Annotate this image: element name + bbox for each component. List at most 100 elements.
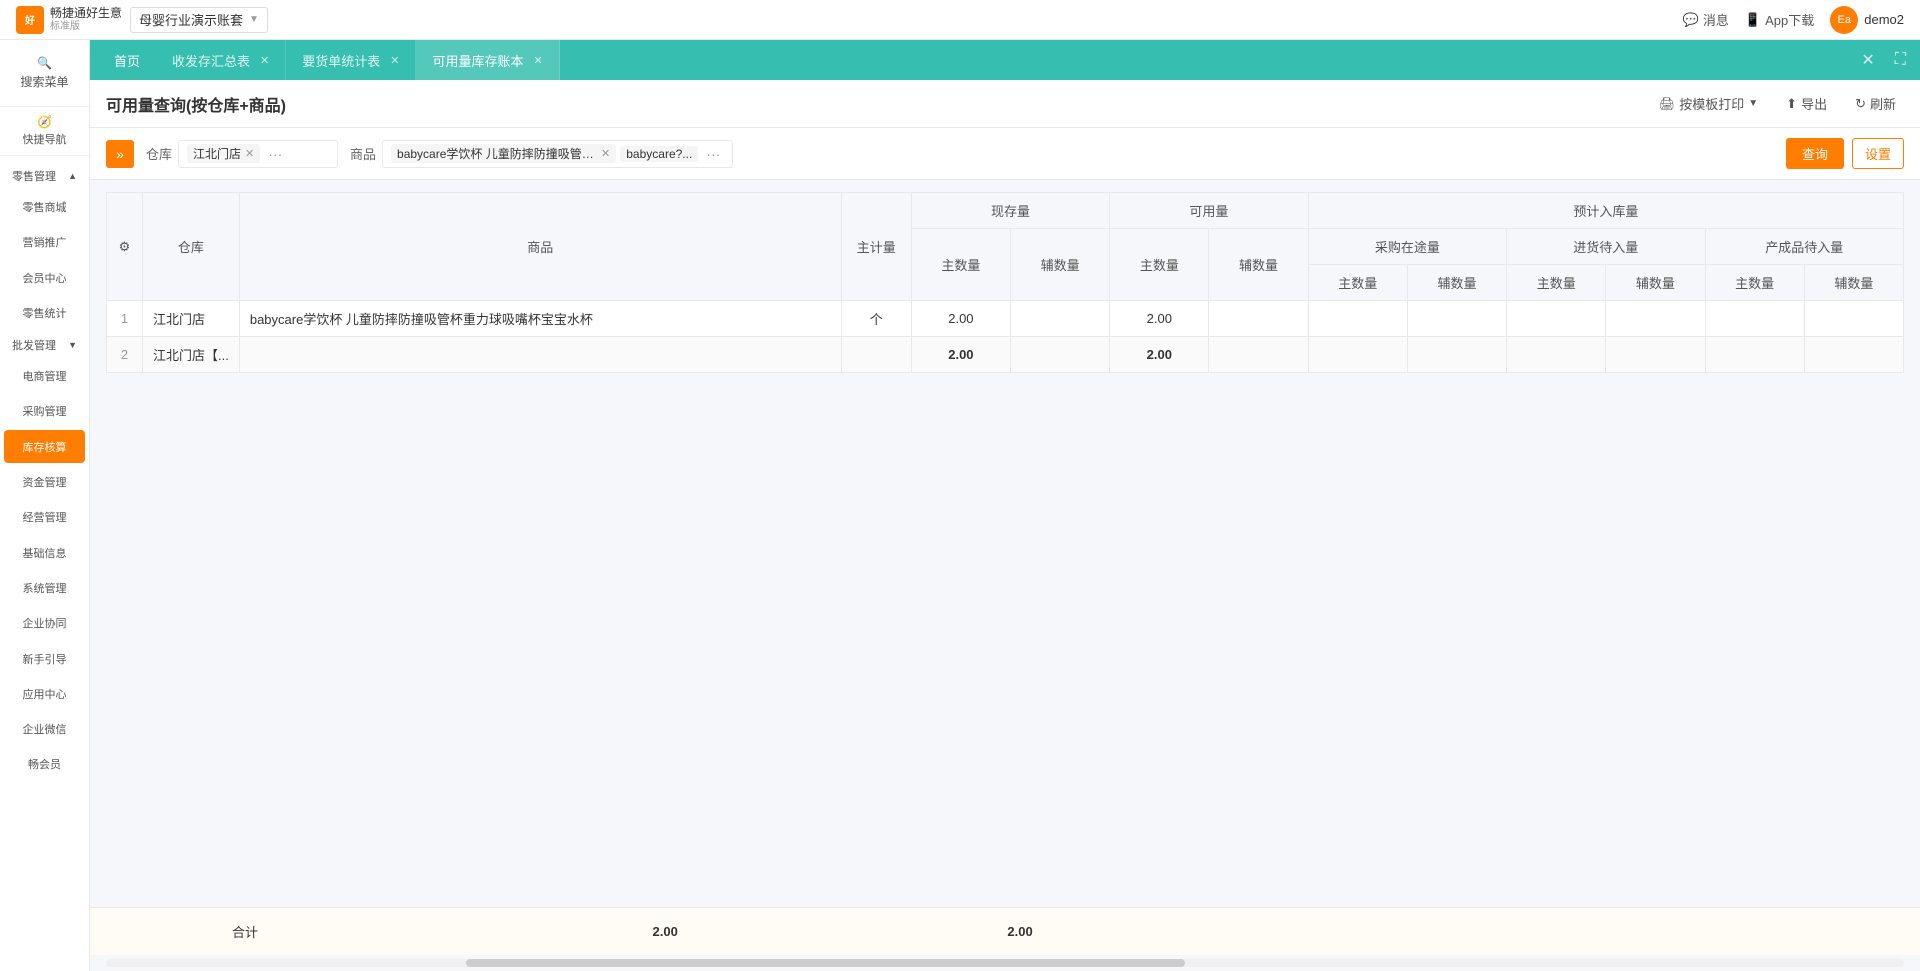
export-button[interactable]: ⬆ 导出 bbox=[1778, 90, 1835, 117]
chevron-down-icon: ▼ bbox=[68, 340, 77, 350]
content-area: 首页 收发存汇总表 ✕ 要货单统计表 ✕ 可用量库存账本 ✕ ✕ ⛶ 可用量查询… bbox=[90, 40, 1920, 971]
summary-available-main: 2.00 bbox=[897, 916, 1143, 947]
sidebar-item-enterprise[interactable]: 企业协同 bbox=[4, 606, 85, 639]
row-current-main-2: 2.00 bbox=[911, 337, 1010, 373]
summary-label: 合计 bbox=[222, 916, 472, 947]
product-more-icon[interactable]: ··· bbox=[702, 146, 724, 162]
incoming-pending-header: 进货待入量 bbox=[1507, 229, 1705, 265]
row-current-aux-2 bbox=[1011, 337, 1110, 373]
close-window-icon[interactable]: ✕ bbox=[1855, 50, 1880, 70]
search-menu-button[interactable]: 🔍 搜索菜单 bbox=[8, 50, 81, 96]
scroll-thumb[interactable] bbox=[466, 959, 1185, 967]
filter-actions: 查询 设置 bbox=[1786, 138, 1904, 169]
row-available-main-2: 2.00 bbox=[1110, 337, 1209, 373]
sidebar-item-retail[interactable]: 零售管理 ▲ bbox=[4, 162, 85, 190]
nav-right-buttons: ✕ ⛶ bbox=[1855, 40, 1912, 80]
sidebar-item-app-center[interactable]: 应用中心 bbox=[4, 677, 85, 710]
user-menu[interactable]: Ea demo2 bbox=[1830, 6, 1904, 34]
available-col-header: 可用量 bbox=[1110, 193, 1308, 229]
sidebar-item-marketing[interactable]: 营销推广 bbox=[4, 225, 85, 258]
incoming-aux-header: 辅数量 bbox=[1606, 265, 1705, 301]
table-row: 2 江北门店【... 2.00 bbox=[107, 337, 1904, 373]
warehouse-more-icon[interactable]: ··· bbox=[264, 146, 286, 162]
quick-nav-button[interactable]: 🧭 快捷导航 bbox=[0, 107, 89, 156]
maximize-icon[interactable]: ⛶ bbox=[1889, 51, 1912, 69]
purchase-transit-aux-header: 辅数量 bbox=[1407, 265, 1506, 301]
summary-purchase-main bbox=[1252, 916, 1361, 947]
settings-button[interactable]: 设置 bbox=[1852, 138, 1904, 169]
sidebar-item-retail-stats[interactable]: 零售统计 bbox=[4, 296, 85, 329]
row-purchase-transit-main-2 bbox=[1308, 337, 1407, 373]
message-button[interactable]: 💬 消息 bbox=[1683, 10, 1729, 29]
chevron-down-icon: ▼ bbox=[1748, 98, 1758, 109]
print-icon: 🖨 bbox=[1659, 96, 1676, 112]
page-header: 可用量查询(按仓库+商品) 🖨 按模板打印 ▼ ⬆ 导出 ↻ 刷新 bbox=[90, 80, 1920, 128]
current-stock-col-header: 现存量 bbox=[911, 193, 1109, 229]
sidebar-item-purchase[interactable]: 采购管理 bbox=[4, 394, 85, 427]
row-num-1: 1 bbox=[107, 301, 143, 337]
print-template-button[interactable]: 🖨 按模板打印 ▼ bbox=[1651, 90, 1766, 117]
production-aux-header: 辅数量 bbox=[1804, 265, 1903, 301]
sidebar-item-finance[interactable]: 资金管理 bbox=[4, 465, 85, 498]
logo-text: 畅捷通好生意 标准版 bbox=[50, 6, 122, 32]
settings-col-header[interactable]: ⚙ bbox=[107, 193, 143, 301]
app-download-button[interactable]: 📱 App下载 bbox=[1745, 10, 1814, 29]
tab-receive-summary[interactable]: 收发存汇总表 ✕ bbox=[156, 40, 286, 80]
row-current-main-1: 2.00 bbox=[911, 301, 1010, 337]
summary-production-aux bbox=[1795, 916, 1904, 947]
row-available-aux-2 bbox=[1209, 337, 1308, 373]
industry-selector[interactable]: 母婴行业演示账套 ▼ bbox=[130, 7, 268, 33]
warehouse-input[interactable]: 江北门店 ✕ ··· bbox=[178, 140, 338, 168]
horizontal-scrollbar[interactable] bbox=[106, 959, 1904, 967]
close-tab-3-icon[interactable]: ✕ bbox=[534, 54, 543, 67]
product-input[interactable]: babycare学饮杯 儿童防摔防撞吸管杯重力球吸嘴杯宝宝水杯 ✕ babyca… bbox=[382, 140, 733, 168]
sidebar-item-retail-mall[interactable]: 零售商城 bbox=[4, 190, 85, 223]
close-tab-2-icon[interactable]: ✕ bbox=[390, 54, 399, 67]
filter-toggle-button[interactable]: » bbox=[106, 140, 134, 168]
query-button[interactable]: 查询 bbox=[1786, 138, 1844, 169]
sidebar-search-section: 🔍 搜索菜单 bbox=[0, 40, 89, 107]
row-num-2: 2 bbox=[107, 337, 143, 373]
row-product-2 bbox=[239, 337, 841, 373]
tab-home[interactable]: 首页 bbox=[98, 40, 156, 80]
sidebar-item-inventory[interactable]: 库存核算 bbox=[4, 430, 85, 463]
sidebar-item-system[interactable]: 系统管理 bbox=[4, 571, 85, 604]
filter-bar: » 仓库 江北门店 ✕ ··· 商品 babycare学饮杯 儿童防摔防撞吸管杯… bbox=[90, 128, 1920, 180]
compass-icon: 🧭 bbox=[37, 115, 52, 129]
summary-empty-3 bbox=[472, 916, 542, 947]
tab-available-inventory[interactable]: 可用量库存账本 ✕ bbox=[416, 40, 559, 80]
row-production-aux-1 bbox=[1804, 301, 1903, 337]
remove-product-tag-1[interactable]: ✕ bbox=[601, 147, 610, 160]
warehouse-tag: 江北门店 ✕ bbox=[187, 144, 260, 163]
row-purchase-transit-main-1 bbox=[1308, 301, 1407, 337]
summary-table: 合计 2.00 2.00 bbox=[106, 916, 1904, 947]
page-header-actions: 🖨 按模板打印 ▼ ⬆ 导出 ↻ 刷新 bbox=[1651, 90, 1904, 117]
summary-bar: 合计 2.00 2.00 bbox=[90, 907, 1920, 955]
remove-warehouse-tag[interactable]: ✕ bbox=[245, 147, 254, 160]
sidebar-item-vip[interactable]: 畅会员 bbox=[4, 747, 85, 780]
sidebar-item-wholesale[interactable]: 批发管理 ▼ bbox=[4, 331, 85, 359]
row-product-1: babycare学饮杯 儿童防摔防撞吸管杯重力球吸嘴杯宝宝水杯 bbox=[239, 301, 841, 337]
sidebar-menu: 零售管理 ▲ 零售商城 营销推广 会员中心 零售统计 批发管理 ▼ 电商管理 bbox=[0, 156, 89, 789]
message-icon: 💬 bbox=[1683, 12, 1699, 28]
sidebar-item-basic[interactable]: 基础信息 bbox=[4, 536, 85, 569]
row-available-main-1: 2.00 bbox=[1110, 301, 1209, 337]
row-incoming-aux-1 bbox=[1606, 301, 1705, 337]
production-main-header: 主数量 bbox=[1705, 265, 1804, 301]
summary-current-aux bbox=[788, 916, 897, 947]
warehouse-filter: 仓库 江北门店 ✕ ··· bbox=[146, 140, 338, 168]
unit-col-header: 主计量 bbox=[841, 193, 911, 301]
close-tab-1-icon[interactable]: ✕ bbox=[260, 54, 269, 67]
tab-order-stats[interactable]: 要货单统计表 ✕ bbox=[286, 40, 416, 80]
sidebar-item-operations[interactable]: 经营管理 bbox=[4, 500, 85, 533]
logo-area: 好 畅捷通好生意 标准版 bbox=[16, 6, 122, 34]
summary-current-main: 2.00 bbox=[542, 916, 788, 947]
sidebar-item-ecommerce[interactable]: 电商管理 bbox=[4, 359, 85, 392]
row-purchase-transit-aux-1 bbox=[1407, 301, 1506, 337]
sidebar-item-members[interactable]: 会员中心 bbox=[4, 261, 85, 294]
refresh-button[interactable]: ↻ 刷新 bbox=[1847, 90, 1904, 117]
sidebar-item-newbie[interactable]: 新手引导 bbox=[4, 642, 85, 675]
current-aux-qty-header: 辅数量 bbox=[1011, 229, 1110, 301]
sidebar-item-wechat[interactable]: 企业微信 bbox=[4, 712, 85, 745]
product-filter: 商品 babycare学饮杯 儿童防摔防撞吸管杯重力球吸嘴杯宝宝水杯 ✕ bab… bbox=[350, 140, 733, 168]
